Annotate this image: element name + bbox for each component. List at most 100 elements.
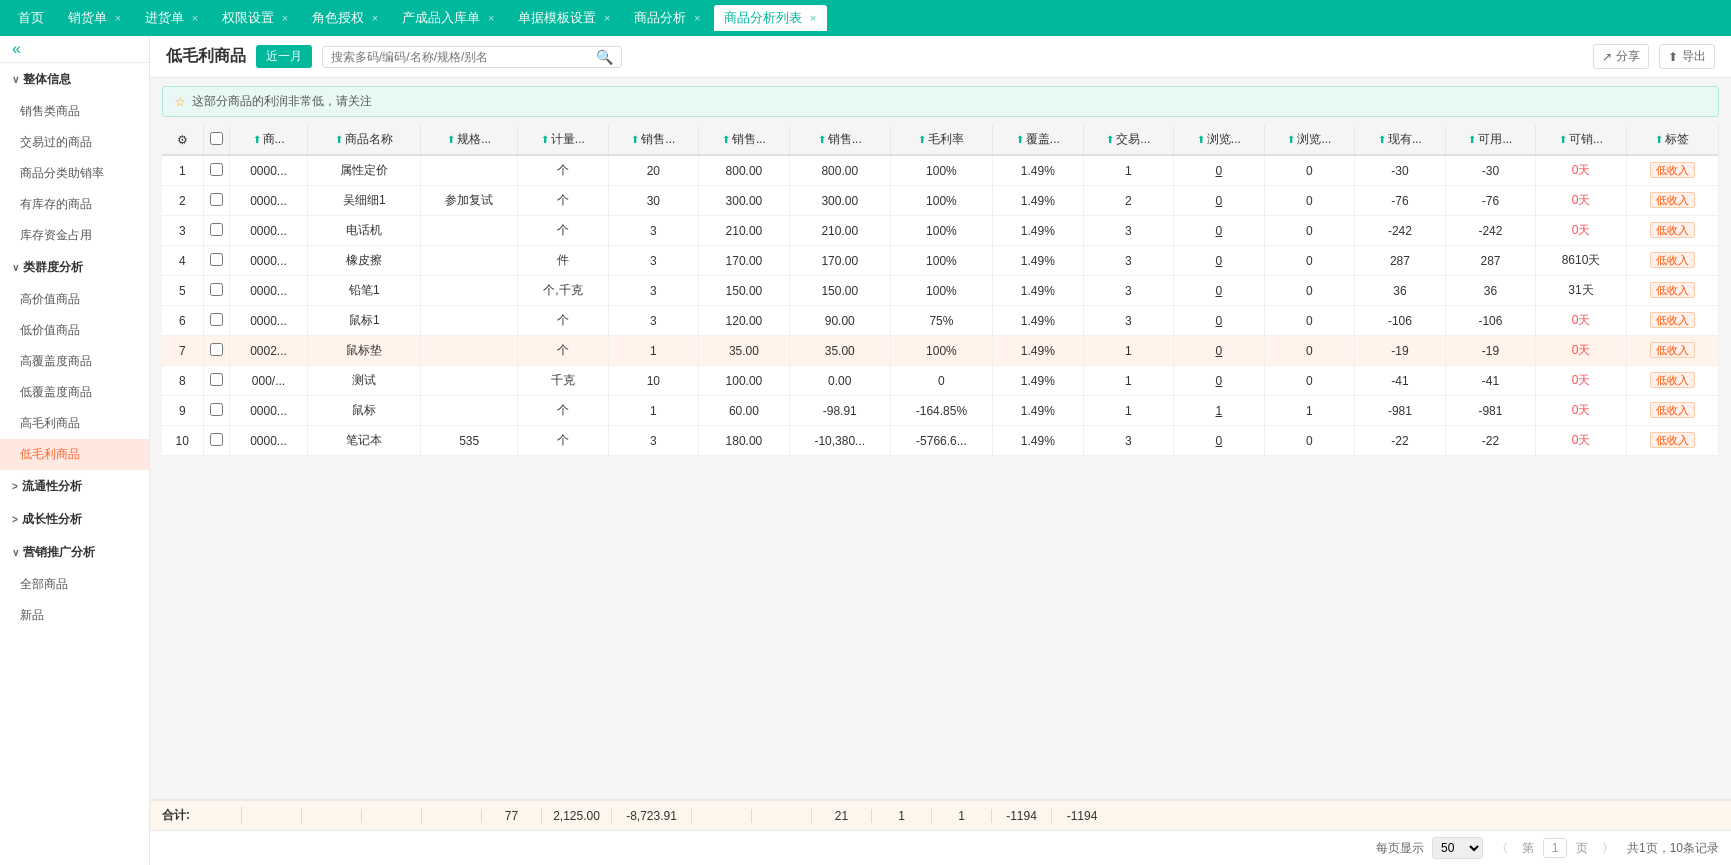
share-button[interactable]: ↗ 分享 [1593, 44, 1649, 69]
nav-templates-close[interactable]: × [604, 12, 610, 24]
prev-page-button[interactable]: 〈 [1491, 838, 1513, 859]
row-checkbox-cell[interactable] [203, 276, 229, 306]
date-filter-button[interactable]: 近一月 [256, 45, 312, 68]
sidebar-collapse-button[interactable]: « [8, 40, 25, 58]
row-checkbox-cell[interactable] [203, 366, 229, 396]
row-num: 4 [162, 246, 203, 276]
row-browse1[interactable]: 0 [1174, 426, 1265, 456]
row-checkbox-cell[interactable] [203, 246, 229, 276]
sidebar-item-high-margin[interactable]: 高毛利商品 [0, 408, 149, 439]
th-current[interactable]: ⬆现有... [1355, 125, 1446, 155]
row-checkbox[interactable] [210, 343, 223, 356]
sidebar-item-low-value[interactable]: 低价值商品 [0, 315, 149, 346]
sidebar-group-circulation[interactable]: > 流通性分析 [0, 470, 149, 503]
row-browse1[interactable]: 1 [1174, 396, 1265, 426]
nav-home[interactable]: 首页 [8, 5, 54, 31]
th-spec[interactable]: ⬆规格... [421, 125, 518, 155]
table-wrapper[interactable]: ⚙ ⬆商... ⬆商品名称 ⬆规格... ⬆计量... ⬆销售... ⬆销售..… [162, 125, 1719, 799]
row-browse1[interactable]: 0 [1174, 366, 1265, 396]
nav-purchase[interactable]: 进货单 × [135, 5, 208, 31]
sidebar-group-growth[interactable]: > 成长性分析 [0, 503, 149, 536]
table-row: 2 0000... 吴细细1 参加复试 个 30 300.00 300.00 1… [162, 186, 1719, 216]
nav-goods-analysis-close[interactable]: × [694, 12, 700, 24]
sidebar-item-stock-goods[interactable]: 有库存的商品 [0, 189, 149, 220]
sidebar-group-overall[interactable]: ∨ 整体信息 [0, 63, 149, 96]
select-all-checkbox[interactable] [210, 132, 223, 145]
search-input[interactable] [331, 50, 596, 64]
row-checkbox-cell[interactable] [203, 186, 229, 216]
sidebar-item-new-goods[interactable]: 新品 [0, 600, 149, 631]
th-sales3[interactable]: ⬆销售... [789, 125, 890, 155]
row-checkbox-cell[interactable] [203, 306, 229, 336]
sidebar-item-high-coverage[interactable]: 高覆盖度商品 [0, 346, 149, 377]
th-tx[interactable]: ⬆交易... [1083, 125, 1174, 155]
nav-permissions-close[interactable]: × [282, 12, 288, 24]
sidebar-item-high-value[interactable]: 高价值商品 [0, 284, 149, 315]
nav-products[interactable]: 产成品入库单 × [392, 5, 504, 31]
th-unit[interactable]: ⬆计量... [518, 125, 609, 155]
row-checkbox[interactable] [210, 313, 223, 326]
th-sales1[interactable]: ⬆销售... [608, 125, 699, 155]
row-browse1[interactable]: 0 [1174, 276, 1265, 306]
nav-templates[interactable]: 单据模板设置 × [508, 5, 620, 31]
row-browse1[interactable]: 0 [1174, 246, 1265, 276]
row-checkbox-cell[interactable] [203, 396, 229, 426]
row-sales2: 60.00 [699, 396, 790, 426]
th-saleable[interactable]: ⬆可销... [1536, 125, 1627, 155]
nav-goods-analysis-list[interactable]: 商品分析列表 × [714, 5, 826, 31]
nav-goods-analysis-list-close[interactable]: × [810, 12, 816, 24]
row-checkbox[interactable] [210, 163, 223, 176]
row-checkbox[interactable] [210, 223, 223, 236]
row-checkbox[interactable] [210, 283, 223, 296]
row-name: 橡皮擦 [308, 246, 421, 276]
sidebar-group-marketing[interactable]: ∨ 营销推广分析 [0, 536, 149, 569]
nav-roles[interactable]: 角色授权 × [302, 5, 388, 31]
sidebar-item-capital[interactable]: 库存资金占用 [0, 220, 149, 251]
row-checkbox[interactable] [210, 403, 223, 416]
row-browse1[interactable]: 0 [1174, 306, 1265, 336]
row-sales3: 35.00 [789, 336, 890, 366]
sidebar-item-low-coverage[interactable]: 低覆盖度商品 [0, 377, 149, 408]
row-checkbox-cell[interactable] [203, 336, 229, 366]
nav-products-close[interactable]: × [488, 12, 494, 24]
th-settings[interactable]: ⚙ [162, 125, 203, 155]
th-checkbox[interactable] [203, 125, 229, 155]
sidebar-item-category-rate[interactable]: 商品分类助销率 [0, 158, 149, 189]
row-checkbox-cell[interactable] [203, 216, 229, 246]
th-browse1[interactable]: ⬆浏览... [1174, 125, 1265, 155]
row-checkbox[interactable] [210, 373, 223, 386]
row-checkbox-cell[interactable] [203, 426, 229, 456]
row-checkbox[interactable] [210, 253, 223, 266]
sidebar-item-low-margin[interactable]: 低毛利商品 [0, 439, 149, 470]
nav-sales[interactable]: 销货单 × [58, 5, 131, 31]
nav-permissions[interactable]: 权限设置 × [212, 5, 298, 31]
th-name[interactable]: ⬆商品名称 [308, 125, 421, 155]
next-page-button[interactable]: 〉 [1597, 838, 1619, 859]
th-margin[interactable]: ⬆毛利率 [890, 125, 992, 155]
row-browse1[interactable]: 0 [1174, 155, 1265, 186]
nav-sales-close[interactable]: × [115, 12, 121, 24]
sidebar-group-cluster[interactable]: ∨ 类群度分析 [0, 251, 149, 284]
sidebar-item-sales-goods[interactable]: 销售类商品 [0, 96, 149, 127]
row-browse1[interactable]: 0 [1174, 336, 1265, 366]
row-browse1[interactable]: 0 [1174, 186, 1265, 216]
sidebar-item-all-goods[interactable]: 全部商品 [0, 569, 149, 600]
row-checkbox[interactable] [210, 433, 223, 446]
th-sales2[interactable]: ⬆销售... [699, 125, 790, 155]
th-browse2[interactable]: ⬆浏览... [1264, 125, 1355, 155]
row-checkbox-cell[interactable] [203, 155, 229, 186]
export-button[interactable]: ⬆ 导出 [1659, 44, 1715, 69]
th-coverage[interactable]: ⬆覆盖... [993, 125, 1084, 155]
nav-roles-close[interactable]: × [372, 12, 378, 24]
sidebar-item-traded-goods[interactable]: 交易过的商品 [0, 127, 149, 158]
th-tag[interactable]: ⬆标签 [1626, 125, 1718, 155]
row-browse1[interactable]: 0 [1174, 216, 1265, 246]
current-page-input[interactable]: 1 [1543, 838, 1567, 858]
th-available[interactable]: ⬆可用... [1445, 125, 1536, 155]
page-size-select[interactable]: 20 50 100 [1432, 837, 1483, 859]
nav-goods-analysis[interactable]: 商品分析 × [624, 5, 710, 31]
search-icon[interactable]: 🔍 [596, 49, 613, 65]
row-checkbox[interactable] [210, 193, 223, 206]
nav-purchase-close[interactable]: × [192, 12, 198, 24]
th-code[interactable]: ⬆商... [229, 125, 308, 155]
